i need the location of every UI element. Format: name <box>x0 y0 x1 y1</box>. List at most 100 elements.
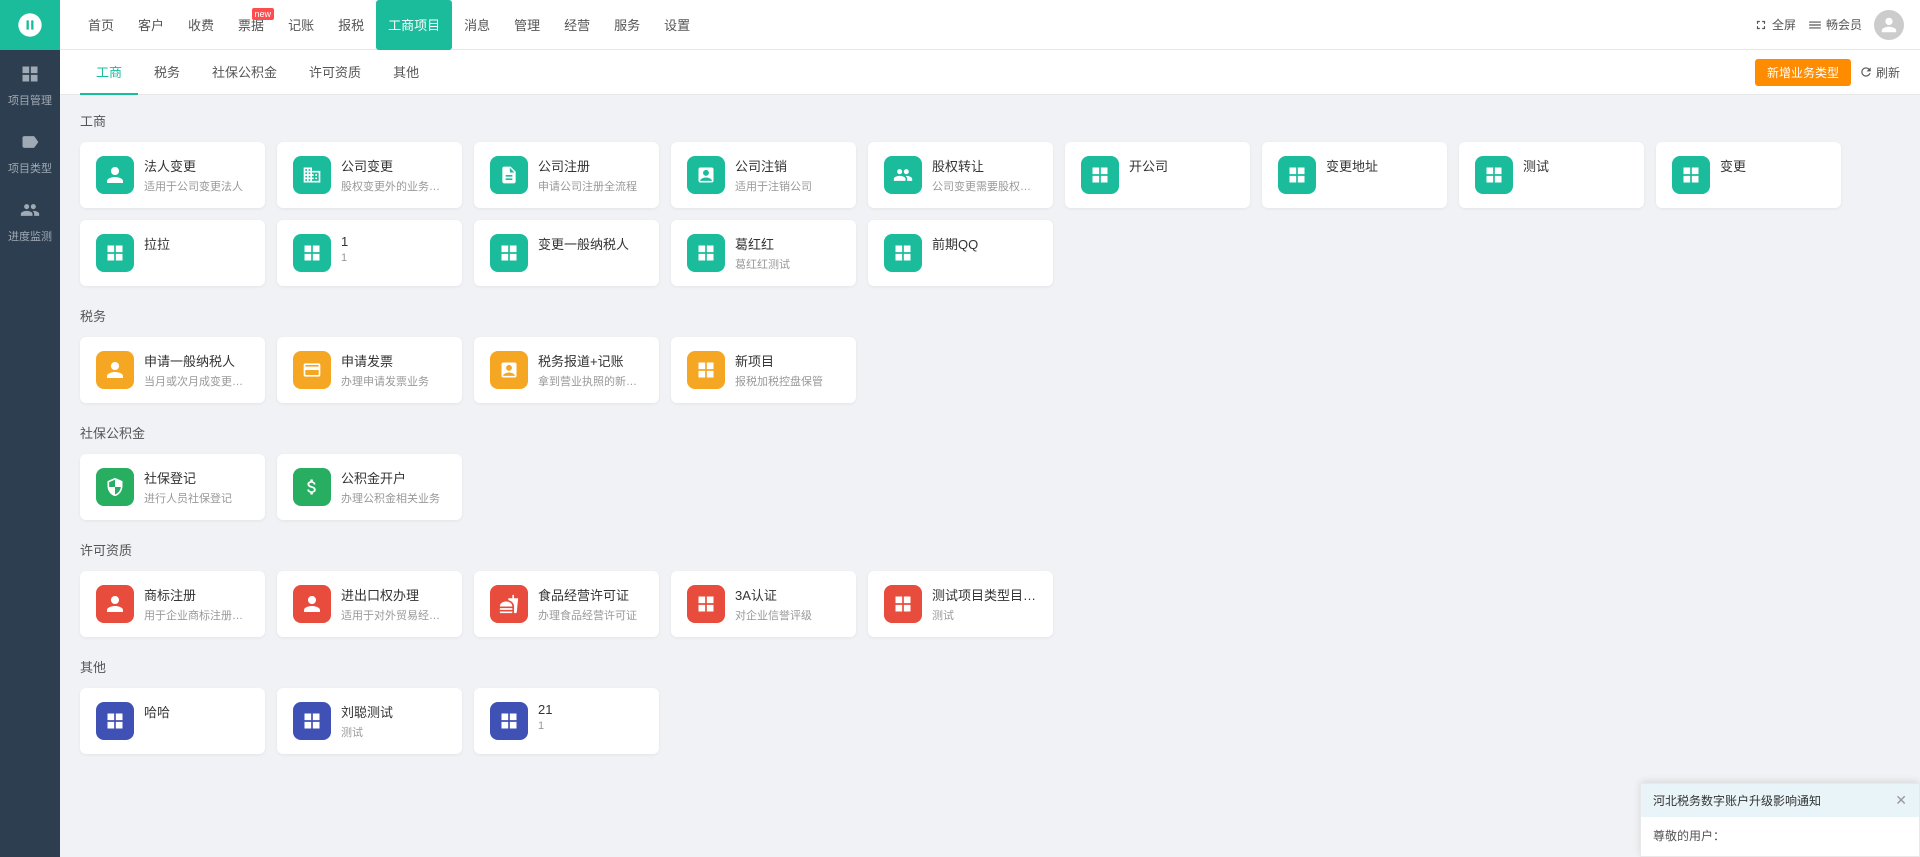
tabs-bar: 工商 税务 社保公积金 许可资质 其他 新增业务类型 刷新 <box>60 50 1920 95</box>
card-fund-open[interactable]: 公积金开户 办理公积金相关业务 <box>277 454 462 520</box>
sidebar-item-project-type[interactable]: 项目类型 <box>0 118 60 186</box>
add-type-button[interactable]: 新增业务类型 <box>1755 59 1851 86</box>
card-title: 变更 <box>1720 156 1825 175</box>
card-title: 法人变更 <box>144 156 249 175</box>
card-lala[interactable]: 拉拉 <box>80 220 265 286</box>
card-liucong-test[interactable]: 刘聪测试 测试 <box>277 688 462 754</box>
card-import-export[interactable]: 进出口权办理 适用于对外贸易经营者 <box>277 571 462 637</box>
card-haha[interactable]: 哈哈 <box>80 688 265 754</box>
card-title: 公司变更 <box>341 156 446 175</box>
card-icon <box>687 234 725 272</box>
tab-social[interactable]: 社保公积金 <box>196 50 293 95</box>
card-one[interactable]: 1 1 <box>277 220 462 286</box>
tab-other[interactable]: 其他 <box>377 50 435 95</box>
user-avatar[interactable] <box>1874 10 1904 40</box>
section-title-other: 其他 <box>80 657 1900 676</box>
card-test[interactable]: 测试 <box>1459 142 1644 208</box>
card-21[interactable]: 21 1 <box>474 688 659 754</box>
nav-settings[interactable]: 设置 <box>652 0 702 50</box>
card-title: 社保登记 <box>144 468 249 487</box>
chart-icon <box>16 196 44 224</box>
chat-close-button[interactable]: ✕ <box>1895 792 1907 809</box>
card-company-register[interactable]: 公司注册 申请公司注册全流程 <box>474 142 659 208</box>
card-apply-invoice[interactable]: 申请发票 办理申请发票业务 <box>277 337 462 403</box>
card-change-address[interactable]: 变更地址 <box>1262 142 1447 208</box>
card-title: 变更地址 <box>1326 156 1431 175</box>
card-icon <box>490 585 528 623</box>
nav-service[interactable]: 服务 <box>602 0 652 50</box>
card-info: 前期QQ <box>932 234 1037 256</box>
card-icon <box>96 234 134 272</box>
card-icon <box>1278 156 1316 194</box>
card-gehonghong[interactable]: 葛红红 葛红红测试 <box>671 220 856 286</box>
card-desc: 公司变更需要股权转让 <box>932 178 1037 194</box>
card-info: 法人变更 适用于公司变更法人 <box>144 156 249 194</box>
tab-industry[interactable]: 工商 <box>80 50 138 95</box>
card-info: 股权转让 公司变更需要股权转让 <box>932 156 1037 194</box>
card-change-taxpayer[interactable]: 变更一般纳税人 <box>474 220 659 286</box>
refresh-button[interactable]: 刷新 <box>1859 64 1900 81</box>
card-equity-transfer[interactable]: 股权转让 公司变更需要股权转让 <box>868 142 1053 208</box>
card-desc: 1 <box>538 720 643 732</box>
card-trademark[interactable]: 商标注册 用于企业商标注册服务 <box>80 571 265 637</box>
card-test-type[interactable]: 测试项目类型目定义 测试 <box>868 571 1053 637</box>
card-company-cancel[interactable]: 公司注销 适用于注销公司 <box>671 142 856 208</box>
card-desc: 测试 <box>341 724 446 740</box>
fullscreen-btn[interactable]: 全屏 <box>1754 16 1796 33</box>
card-3a-cert[interactable]: 3A认证 对企业信誉评级 <box>671 571 856 637</box>
card-food-permit[interactable]: 食品经营许可证 办理食品经营许可证 <box>474 571 659 637</box>
card-desc: 报税加税控盘保管 <box>735 373 840 389</box>
card-title: 股权转让 <box>932 156 1037 175</box>
nav-tax[interactable]: 报税 <box>326 0 376 50</box>
card-icon <box>884 156 922 194</box>
card-tax-accounting[interactable]: 税务报道+记账 拿到营业执照的新公司 <box>474 337 659 403</box>
nav-home[interactable]: 首页 <box>76 0 126 50</box>
nav-fee[interactable]: 收费 <box>176 0 226 50</box>
section-tax-cards: 申请一般纳税人 当月或次月成变更完成 申请发票 办理申请发票业务 <box>80 337 1900 403</box>
card-title: 公司注册 <box>538 156 643 175</box>
card-icon <box>96 156 134 194</box>
tab-tax[interactable]: 税务 <box>138 50 196 95</box>
tabs-actions: 新增业务类型 刷新 <box>1755 59 1900 86</box>
card-desc: 办理食品经营许可证 <box>538 607 643 623</box>
card-title: 申请一般纳税人 <box>144 351 249 370</box>
app-logo <box>0 0 60 50</box>
sidebar-item-progress[interactable]: 进度监测 <box>0 186 60 254</box>
card-qq[interactable]: 前期QQ <box>868 220 1053 286</box>
card-change2[interactable]: 变更 <box>1656 142 1841 208</box>
section-permit-cards: 商标注册 用于企业商标注册服务 进出口权办理 适用于对外贸易经营者 <box>80 571 1900 637</box>
chat-popup-body: 尊敬的用户： <box>1641 817 1919 856</box>
card-info: 测试项目类型目定义 测试 <box>932 585 1037 623</box>
sidebar-item-project-mgmt[interactable]: 项目管理 <box>0 50 60 118</box>
card-icon <box>1672 156 1710 194</box>
nav-operation[interactable]: 经营 <box>552 0 602 50</box>
card-info: 变更 <box>1720 156 1825 178</box>
card-info: 公司注销 适用于注销公司 <box>735 156 840 194</box>
card-title: 前期QQ <box>932 234 1037 253</box>
card-info: 变更地址 <box>1326 156 1431 178</box>
card-info: 开公司 <box>1129 156 1234 178</box>
card-info: 拉拉 <box>144 234 249 256</box>
tab-permit[interactable]: 许可资质 <box>293 50 377 95</box>
grid-icon <box>16 60 44 88</box>
card-apply-taxpayer[interactable]: 申请一般纳税人 当月或次月成变更完成 <box>80 337 265 403</box>
card-icon <box>96 468 134 506</box>
card-open-company[interactable]: 开公司 <box>1065 142 1250 208</box>
nav-manage[interactable]: 管理 <box>502 0 552 50</box>
card-company-change[interactable]: 公司变更 股权变更外的业务变更 <box>277 142 462 208</box>
nav-industry[interactable]: 工商项目 <box>376 0 452 50</box>
card-info: 申请发票 办理申请发票业务 <box>341 351 446 389</box>
chat-popup-header: 河北税务数字账户升级影响通知 ✕ <box>1641 784 1919 817</box>
nav-accounting[interactable]: 记账 <box>276 0 326 50</box>
member-btn[interactable]: 畅会员 <box>1808 16 1862 33</box>
card-social-register[interactable]: 社保登记 进行人员社保登记 <box>80 454 265 520</box>
card-info: 测试 <box>1523 156 1628 178</box>
nav-client[interactable]: 客户 <box>126 0 176 50</box>
card-icon <box>490 156 528 194</box>
card-icon <box>96 585 134 623</box>
new-badge: new <box>252 8 275 20</box>
card-new-project[interactable]: 新项目 报税加税控盘保管 <box>671 337 856 403</box>
card-legal-change[interactable]: 法人变更 适用于公司变更法人 <box>80 142 265 208</box>
nav-message[interactable]: 消息 <box>452 0 502 50</box>
nav-ticket[interactable]: 票据 new <box>226 0 276 50</box>
